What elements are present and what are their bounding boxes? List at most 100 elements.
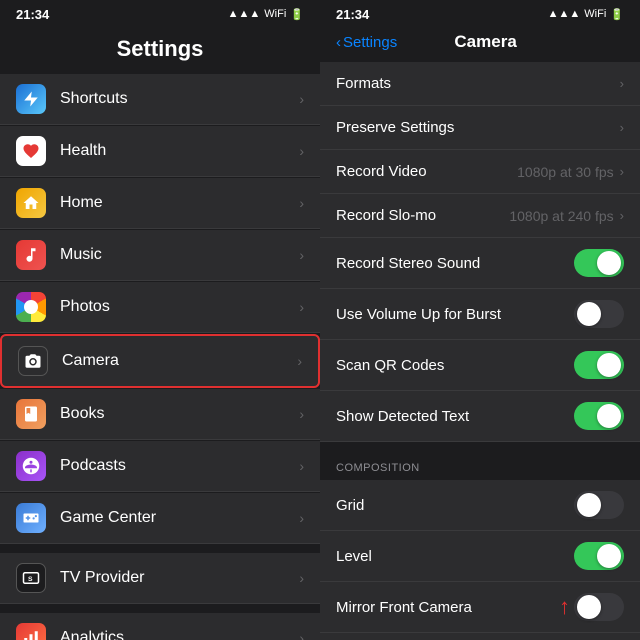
photos-chevron: ›: [299, 299, 304, 315]
settings-title: Settings: [16, 36, 304, 62]
right-time: 21:34: [336, 7, 369, 22]
gamecenter-label: Game Center: [60, 509, 299, 527]
podcasts-icon: [16, 451, 46, 481]
grid-toggle[interactable]: [574, 491, 624, 519]
settings-list: Shortcuts › Health › Home ›: [0, 74, 320, 640]
right-item-record-video[interactable]: Record Video 1080p at 30 fps ›: [320, 150, 640, 194]
music-chevron: ›: [299, 247, 304, 263]
right-nav: ‹ Settings Camera: [320, 28, 640, 62]
stereo-label: Record Stereo Sound: [336, 255, 574, 272]
right-item-view-outside[interactable]: View Outside the Frame: [320, 633, 640, 640]
back-button[interactable]: ‹ Settings: [336, 34, 397, 51]
level-label: Level: [336, 548, 574, 565]
settings-item-health[interactable]: Health ›: [0, 126, 320, 177]
settings-item-gamecenter[interactable]: Game Center ›: [0, 493, 320, 544]
books-chevron: ›: [299, 406, 304, 422]
camera-icon: [18, 346, 48, 376]
home-icon: [16, 188, 46, 218]
section-gap-2: [0, 605, 320, 613]
record-slomo-value: 1080p at 240 fps: [509, 208, 613, 224]
svg-text:S: S: [28, 576, 33, 583]
record-video-label: Record Video: [336, 163, 517, 180]
left-header: Settings: [0, 28, 320, 74]
settings-item-shortcuts[interactable]: Shortcuts ›: [0, 74, 320, 125]
gamecenter-chevron: ›: [299, 510, 304, 526]
right-item-formats[interactable]: Formats ›: [320, 62, 640, 106]
volume-burst-toggle[interactable]: [574, 300, 624, 328]
preserve-label: Preserve Settings: [336, 119, 620, 136]
analytics-icon: [16, 623, 46, 640]
red-arrow-indicator: ↑: [559, 594, 570, 620]
left-status-icons: ▲▲▲ WiFi 🔋: [228, 8, 304, 21]
right-item-stereo[interactable]: Record Stereo Sound: [320, 238, 640, 289]
right-item-record-slomo[interactable]: Record Slo-mo 1080p at 240 fps ›: [320, 194, 640, 238]
settings-item-photos[interactable]: Photos ›: [0, 282, 320, 333]
books-label: Books: [60, 405, 299, 423]
tvprovider-chevron: ›: [299, 570, 304, 586]
photos-icon: [16, 292, 46, 322]
back-label: Settings: [343, 34, 397, 51]
settings-item-tvprovider[interactable]: S TV Provider ›: [0, 553, 320, 604]
music-icon: [16, 240, 46, 270]
scan-qr-label: Scan QR Codes: [336, 357, 574, 374]
mirror-toggle[interactable]: [574, 593, 624, 621]
health-chevron: ›: [299, 143, 304, 159]
shortcuts-icon: [16, 84, 46, 114]
right-status-icons: ▲▲▲ WiFi 🔋: [548, 8, 624, 21]
music-label: Music: [60, 246, 299, 264]
health-label: Health: [60, 142, 299, 160]
right-item-mirror[interactable]: Mirror Front Camera ↑: [320, 582, 640, 633]
settings-item-books[interactable]: Books ›: [0, 389, 320, 440]
record-video-chevron: ›: [620, 164, 624, 179]
left-panel: 21:34 ▲▲▲ WiFi 🔋 Settings Shortcuts ›: [0, 0, 320, 640]
mirror-label: Mirror Front Camera: [336, 599, 559, 616]
composition-header: COMPOSITION: [320, 442, 640, 480]
composition-section: Grid Level Mirror Front Camera ↑ View Ou…: [320, 480, 640, 640]
gamecenter-icon: [16, 503, 46, 533]
camera-main-section: Formats › Preserve Settings › Record Vid…: [320, 62, 640, 442]
tvprovider-label: TV Provider: [60, 569, 299, 587]
show-text-toggle[interactable]: [574, 402, 624, 430]
right-item-preserve[interactable]: Preserve Settings ›: [320, 106, 640, 150]
photos-label: Photos: [60, 298, 299, 316]
preserve-chevron: ›: [620, 120, 624, 135]
left-time: 21:34: [16, 7, 49, 22]
settings-item-camera[interactable]: Camera ›: [0, 334, 320, 388]
home-chevron: ›: [299, 195, 304, 211]
settings-item-podcasts[interactable]: Podcasts ›: [0, 441, 320, 492]
back-chevron-icon: ‹: [336, 34, 341, 51]
camera-page-title: Camera: [397, 32, 574, 52]
camera-label: Camera: [62, 352, 297, 370]
home-label: Home: [60, 194, 299, 212]
books-icon: [16, 399, 46, 429]
right-list: Formats › Preserve Settings › Record Vid…: [320, 62, 640, 640]
settings-item-home[interactable]: Home ›: [0, 178, 320, 229]
stereo-toggle[interactable]: [574, 249, 624, 277]
right-item-volume-burst[interactable]: Use Volume Up for Burst: [320, 289, 640, 340]
volume-burst-label: Use Volume Up for Burst: [336, 306, 574, 323]
grid-label: Grid: [336, 497, 574, 514]
section-gap-1: [0, 545, 320, 553]
level-toggle[interactable]: [574, 542, 624, 570]
record-video-value: 1080p at 30 fps: [517, 164, 614, 180]
analytics-chevron: ›: [299, 630, 304, 640]
right-item-show-text[interactable]: Show Detected Text: [320, 391, 640, 442]
health-icon: [16, 136, 46, 166]
show-text-label: Show Detected Text: [336, 408, 574, 425]
right-item-grid[interactable]: Grid: [320, 480, 640, 531]
scan-qr-toggle[interactable]: [574, 351, 624, 379]
left-status-bar: 21:34 ▲▲▲ WiFi 🔋: [0, 0, 320, 28]
camera-chevron: ›: [297, 353, 302, 369]
analytics-label: Analytics: [60, 629, 299, 640]
settings-item-analytics[interactable]: Analytics ›: [0, 613, 320, 640]
right-item-scan-qr[interactable]: Scan QR Codes: [320, 340, 640, 391]
right-panel: 21:34 ▲▲▲ WiFi 🔋 ‹ Settings Camera Forma…: [320, 0, 640, 640]
record-slomo-label: Record Slo-mo: [336, 207, 509, 224]
shortcuts-chevron: ›: [299, 91, 304, 107]
podcasts-chevron: ›: [299, 458, 304, 474]
record-slomo-chevron: ›: [620, 208, 624, 223]
settings-item-music[interactable]: Music ›: [0, 230, 320, 281]
right-item-level[interactable]: Level: [320, 531, 640, 582]
shortcuts-label: Shortcuts: [60, 90, 299, 108]
podcasts-label: Podcasts: [60, 457, 299, 475]
